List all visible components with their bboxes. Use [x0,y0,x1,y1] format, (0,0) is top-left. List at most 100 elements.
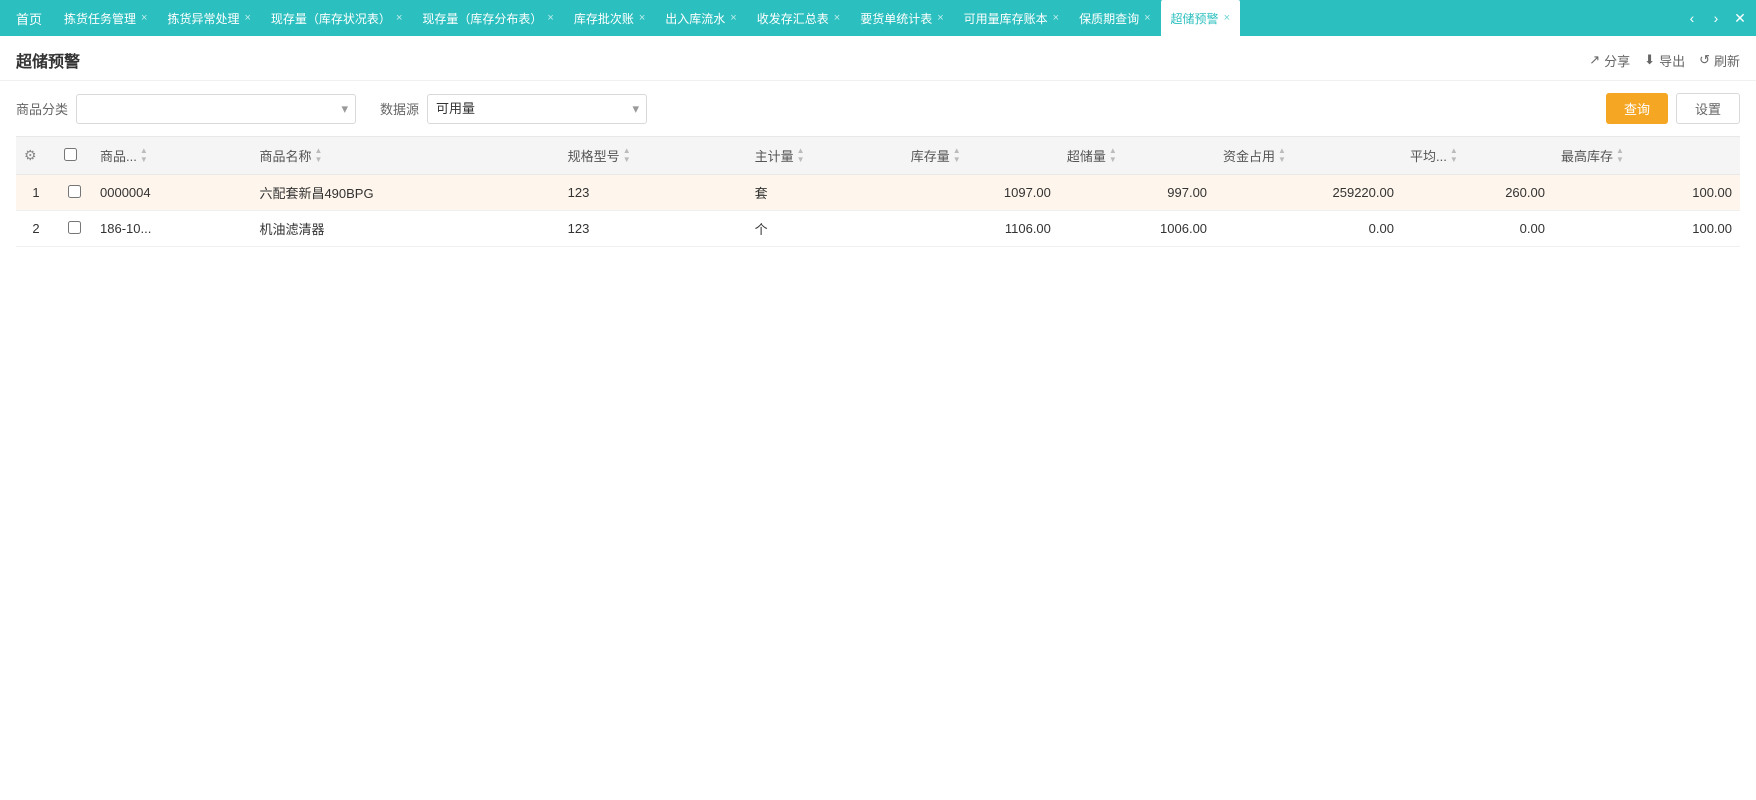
cell-stock-1: 1106.00 [903,211,1059,247]
nav-tab-2[interactable]: 现存量（库存状况表） × [261,0,412,36]
settings-button[interactable]: 设置 [1676,93,1740,124]
row-select-0[interactable] [68,185,81,198]
close-tab-1-icon[interactable]: × [244,12,250,24]
nav-tab-4[interactable]: 库存批次账 × [564,0,655,36]
close-tab-8-icon[interactable]: × [1053,12,1059,24]
close-tab-4-icon[interactable]: × [639,12,645,24]
header-actions: ↗ 分享 ⬇ 导出 ↺ 刷新 [1589,51,1740,70]
nav-prev-arrow[interactable]: ‹ [1680,0,1704,36]
sort-product-code: ▲ ▼ [140,147,148,164]
category-select[interactable] [76,94,356,124]
th-capital[interactable]: 资金占用 ▲ ▼ [1215,137,1402,175]
sort-unit: ▲ ▼ [797,147,805,164]
th-unit[interactable]: 主计量 ▲ ▼ [747,137,903,175]
nav-tab-3[interactable]: 现存量（库存分布表） × [412,0,563,36]
data-table: ⚙ 商品... ▲ ▼ 商品名称 [16,136,1740,247]
datasource-label: 数据源 [380,99,419,118]
cell-max-stock-1: 100.00 [1553,211,1740,247]
close-tab-7-icon[interactable]: × [937,12,943,24]
filter-bar: 商品分类 数据源 可用量 查询 设置 [0,81,1756,136]
cell-avg-0: 260.00 [1402,175,1553,211]
datasource-select[interactable]: 可用量 [427,94,647,124]
nav-tab-0[interactable]: 拣货任务管理 × [54,0,157,36]
sort-max-stock: ▲ ▼ [1616,147,1624,164]
datasource-filter: 数据源 可用量 [380,94,647,124]
filter-actions: 查询 设置 [1606,93,1740,124]
share-button[interactable]: ↗ 分享 [1589,51,1630,70]
cell-product-code-1: 186-10... [92,211,251,247]
cell-product-code-0: 0000004 [92,175,251,211]
gear-icon[interactable]: ⚙ [24,147,37,163]
th-spec[interactable]: 规格型号 ▲ ▼ [560,137,747,175]
refresh-button[interactable]: ↺ 刷新 [1699,51,1740,70]
th-stock[interactable]: 库存量 ▲ ▼ [903,137,1059,175]
cell-capital-0: 259220.00 [1215,175,1402,211]
cell-over-storage-1: 1006.00 [1059,211,1215,247]
table-row: 2 186-10... 机油滤清器 123 个 1106.00 1006.00 … [16,211,1740,247]
th-over-storage[interactable]: 超储量 ▲ ▼ [1059,137,1215,175]
cell-unit-1: 个 [747,211,903,247]
cell-stock-0: 1097.00 [903,175,1059,211]
nav-arrows: ‹ › ✕ [1680,0,1752,36]
table-header-row: ⚙ 商品... ▲ ▼ 商品名称 [16,137,1740,175]
sort-spec: ▲ ▼ [623,147,631,164]
row-num-1: 2 [16,211,56,247]
close-tab-6-icon[interactable]: × [834,12,840,24]
sort-avg: ▲ ▼ [1450,147,1458,164]
sort-capital: ▲ ▼ [1278,147,1286,164]
category-select-wrapper [76,94,356,124]
th-checkbox [56,137,92,175]
close-tab-9-icon[interactable]: × [1144,12,1150,24]
sort-over-storage: ▲ ▼ [1109,147,1117,164]
cell-product-name-1: 机油滤清器 [251,211,559,247]
cell-over-storage-0: 997.00 [1059,175,1215,211]
nav-tab-7[interactable]: 要货单统计表 × [850,0,953,36]
row-select-1[interactable] [68,221,81,234]
close-tab-5-icon[interactable]: × [730,12,736,24]
top-navigation: 首页 拣货任务管理 × 拣货异常处理 × 现存量（库存状况表） × 现存量（库存… [0,0,1756,36]
close-tab-3-icon[interactable]: × [547,12,553,24]
cell-unit-0: 套 [747,175,903,211]
th-avg[interactable]: 平均... ▲ ▼ [1402,137,1553,175]
th-settings: ⚙ [16,137,56,175]
sort-product-name: ▲ ▼ [314,147,322,164]
table-body: 1 0000004 六配套新昌490BPG 123 套 1097.00 997.… [16,175,1740,247]
th-product-name[interactable]: 商品名称 ▲ ▼ [251,137,559,175]
cell-product-name-0: 六配套新昌490BPG [251,175,559,211]
category-filter: 商品分类 [16,94,356,124]
nav-tab-9[interactable]: 保质期查询 × [1069,0,1160,36]
close-tab-10-icon[interactable]: × [1224,12,1230,24]
nav-tab-1[interactable]: 拣货异常处理 × [157,0,260,36]
page-header: 超储预警 ↗ 分享 ⬇ 导出 ↺ 刷新 [0,36,1756,81]
export-icon: ⬇ [1644,52,1655,68]
query-button[interactable]: 查询 [1606,93,1668,124]
datasource-select-wrapper: 可用量 [427,94,647,124]
row-checkbox-1 [56,211,92,247]
nav-tab-6[interactable]: 收发存汇总表 × [747,0,850,36]
cell-max-stock-0: 100.00 [1553,175,1740,211]
nav-tab-5[interactable]: 出入库流水 × [655,0,746,36]
cell-spec-0: 123 [560,175,747,211]
th-max-stock[interactable]: 最高库存 ▲ ▼ [1553,137,1740,175]
th-product-code[interactable]: 商品... ▲ ▼ [92,137,251,175]
category-label: 商品分类 [16,99,68,118]
table-container: ⚙ 商品... ▲ ▼ 商品名称 [0,136,1756,247]
cell-capital-1: 0.00 [1215,211,1402,247]
nav-tab-10[interactable]: 超储预警 × [1161,0,1240,36]
page-title: 超储预警 [16,48,80,72]
row-num-0: 1 [16,175,56,211]
cell-avg-1: 0.00 [1402,211,1553,247]
sort-stock: ▲ ▼ [953,147,961,164]
nav-home[interactable]: 首页 [4,9,54,28]
close-tab-2-icon[interactable]: × [396,12,402,24]
export-button[interactable]: ⬇ 导出 [1644,51,1685,70]
table-row: 1 0000004 六配套新昌490BPG 123 套 1097.00 997.… [16,175,1740,211]
nav-close-arrow[interactable]: ✕ [1728,0,1752,36]
refresh-icon: ↺ [1699,52,1710,68]
nav-tab-8[interactable]: 可用量库存账本 × [954,0,1069,36]
select-all-checkbox[interactable] [64,148,77,161]
row-checkbox-0 [56,175,92,211]
cell-spec-1: 123 [560,211,747,247]
nav-next-arrow[interactable]: › [1704,0,1728,36]
close-tab-0-icon[interactable]: × [141,12,147,24]
